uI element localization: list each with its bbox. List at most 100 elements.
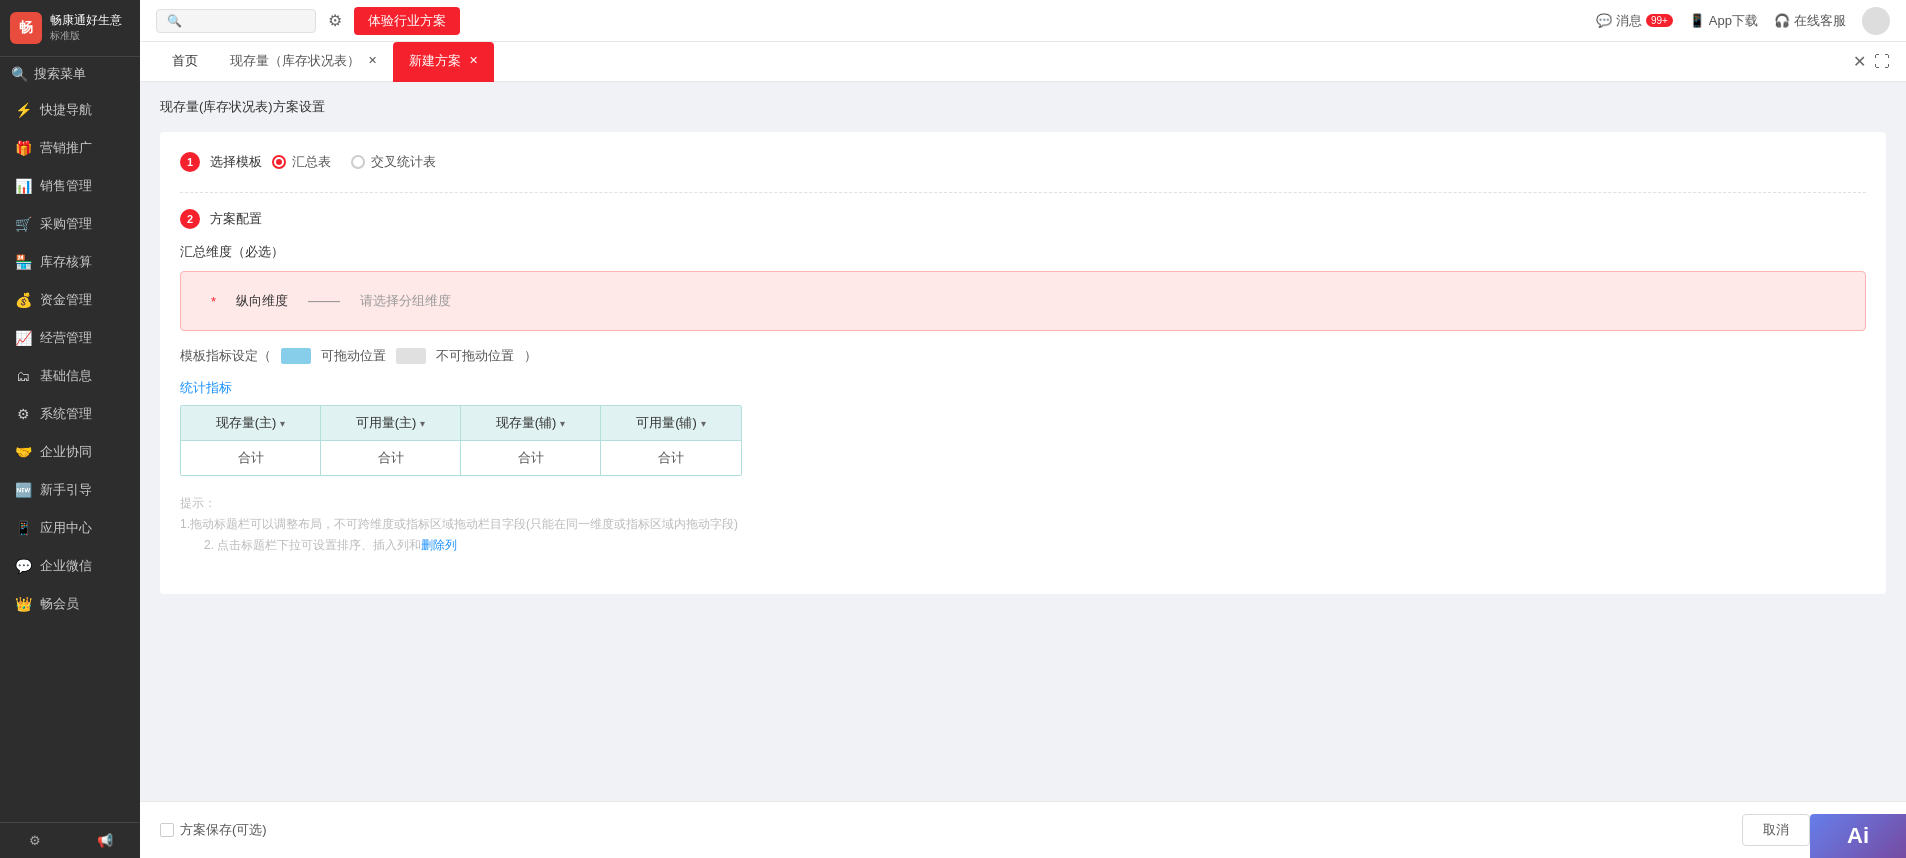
topbar-gear-icon[interactable]: ⚙ — [328, 11, 342, 30]
col-current-main-chevron[interactable]: ▾ — [280, 418, 285, 429]
tabbar-expand-btn[interactable]: ⛶ — [1874, 52, 1890, 71]
sidebar-item-vip[interactable]: 👑 畅会员 — [0, 585, 140, 623]
sidebar-item-inventory[interactable]: 🏪 库存核算 — [0, 243, 140, 281]
radio-crosstab-dot — [351, 155, 365, 169]
sidebar-label-purchase: 采购管理 — [40, 215, 92, 233]
sidebar-item-newguide[interactable]: 🆕 新手引导 — [0, 471, 140, 509]
sidebar-item-appcenter[interactable]: 📱 应用中心 — [0, 509, 140, 547]
col-available-aux-chevron[interactable]: ▾ — [701, 418, 706, 429]
col-current-aux-label: 现存量(辅) — [496, 414, 557, 432]
col-current-main[interactable]: 现存量(主) ▾ 合计 — [181, 406, 321, 475]
purchase-icon: 🛒 — [14, 215, 32, 233]
sidebar-label-sales: 销售管理 — [40, 177, 92, 195]
tip-2-text: 2. 点击标题栏下拉可设置排序、插入列和 — [180, 538, 421, 552]
tip-2: 2. 点击标题栏下拉可设置排序、插入列和删除列 — [180, 537, 1866, 554]
ai-label: Ai — [1847, 823, 1869, 849]
sidebar-item-search[interactable]: 🔍 搜索菜单 — [0, 57, 140, 91]
page-title: 现存量(库存状况表)方案设置 — [160, 98, 1886, 116]
online-service-label: 在线客服 — [1794, 12, 1846, 30]
content-area: 现存量(库存状况表)方案设置 1 选择模板 汇总表 交叉统计表 — [140, 82, 1906, 801]
tab-home[interactable]: 首页 — [156, 42, 214, 82]
trial-btn[interactable]: 体验行业方案 — [354, 7, 460, 35]
sidebar-label-vip: 畅会员 — [40, 595, 79, 613]
radio-summary[interactable]: 汇总表 — [272, 153, 331, 171]
col-current-aux[interactable]: 现存量(辅) ▾ 合计 — [461, 406, 601, 475]
checkbox-box[interactable] — [160, 823, 174, 837]
bottom-bar: 方案保存(可选) 取消 查询 — [140, 801, 1906, 858]
app-name: 畅康通好生意 — [50, 13, 122, 29]
col-available-main[interactable]: 可用量(主) ▾ 合计 — [321, 406, 461, 475]
step2-header: 2 方案配置 — [180, 209, 1866, 229]
tabbar-right: ✕ ⛶ — [1853, 52, 1890, 71]
tab-inventory-close[interactable]: ✕ — [368, 54, 377, 67]
app-icon: 📱 — [1689, 13, 1705, 28]
tabbar: 首页 现存量（库存状况表） ✕ 新建方案 ✕ ✕ ⛶ — [140, 42, 1906, 82]
stats-table: 现存量(主) ▾ 合计 可用量(主) ▾ 合计 — [180, 405, 742, 476]
tab-new-scheme[interactable]: 新建方案 ✕ — [393, 42, 494, 82]
summary-dimension-label: 汇总维度（必选） — [180, 243, 1866, 261]
sidebar-item-system[interactable]: ⚙ 系统管理 — [0, 395, 140, 433]
step1-header: 1 选择模板 汇总表 交叉统计表 — [180, 152, 1866, 172]
finance-icon: 💰 — [14, 291, 32, 309]
settings-panel: 1 选择模板 汇总表 交叉统计表 — [160, 132, 1886, 594]
radio-crosstab[interactable]: 交叉统计表 — [351, 153, 436, 171]
marketing-icon: 🎁 — [14, 139, 32, 157]
sidebar-label-search: 搜索菜单 — [34, 65, 86, 83]
sidebar-item-purchase[interactable]: 🛒 采购管理 — [0, 205, 140, 243]
main-area: 🔍 ⚙ 体验行业方案 💬 消息 99+ 📱 App下载 🎧 在线客服 首页 — [140, 0, 1906, 858]
col-available-aux-label: 可用量(辅) — [636, 414, 697, 432]
sidebar-label-basic-info: 基础信息 — [40, 367, 92, 385]
sales-icon: 📊 — [14, 177, 32, 195]
tab-inventory[interactable]: 现存量（库存状况表） ✕ — [214, 42, 393, 82]
sidebar-item-basic-info[interactable]: 🗂 基础信息 — [0, 357, 140, 395]
sidebar-item-cooperation[interactable]: 🤝 企业协同 — [0, 433, 140, 471]
stats-section: 统计指标 现存量(主) ▾ 合计 — [180, 379, 1866, 479]
col-current-main-label: 现存量(主) — [216, 414, 277, 432]
app-download-btn[interactable]: 📱 App下载 — [1689, 12, 1758, 30]
sidebar-logo: 畅 畅康通好生意 标准版 — [0, 0, 140, 57]
online-service-btn[interactable]: 🎧 在线客服 — [1774, 12, 1846, 30]
sidebar-label-marketing: 营销推广 — [40, 139, 92, 157]
dimension-area[interactable]: * 纵向维度 —— 请选择分组维度 — [180, 271, 1866, 331]
col-available-aux[interactable]: 可用量(辅) ▾ 合计 — [601, 406, 741, 475]
sidebar-label-appcenter: 应用中心 — [40, 519, 92, 537]
cooperation-icon: 🤝 — [14, 443, 32, 461]
tip-label: 提示： — [180, 495, 1866, 512]
sidebar-settings-btn[interactable]: ⚙ — [0, 823, 70, 858]
col-current-main-header[interactable]: 现存量(主) ▾ — [181, 406, 320, 441]
tabbar-close-btn[interactable]: ✕ — [1853, 52, 1866, 71]
sidebar-item-finance[interactable]: 💰 资金管理 — [0, 281, 140, 319]
col-available-main-header[interactable]: 可用量(主) ▾ — [321, 406, 460, 441]
divider1 — [180, 192, 1866, 193]
save-checkbox[interactable]: 方案保存(可选) — [160, 821, 267, 839]
sidebar-item-wechat[interactable]: 💬 企业微信 — [0, 547, 140, 585]
sidebar-item-sales[interactable]: 📊 销售管理 — [0, 167, 140, 205]
sidebar: 畅 畅康通好生意 标准版 🔍 搜索菜单 ⚡ 快捷导航 🎁 营销推广 📊 销售管理… — [0, 0, 140, 858]
sidebar-label-quicknav: 快捷导航 — [40, 101, 92, 119]
required-star: * — [211, 294, 216, 309]
cancel-button[interactable]: 取消 — [1742, 814, 1810, 846]
ai-badge[interactable]: Ai — [1810, 814, 1906, 858]
col-current-aux-header[interactable]: 现存量(辅) ▾ — [461, 406, 600, 441]
logo-text: 畅 — [19, 19, 33, 37]
messages-icon: 💬 — [1596, 13, 1612, 28]
step1-section: 1 选择模板 汇总表 交叉统计表 — [180, 152, 1866, 172]
avatar[interactable] — [1862, 7, 1890, 35]
col-available-main-chevron[interactable]: ▾ — [420, 418, 425, 429]
sidebar-item-quicknav[interactable]: ⚡ 快捷导航 — [0, 91, 140, 129]
topbar-search[interactable]: 🔍 — [156, 9, 316, 33]
logo-icon: 畅 — [10, 12, 42, 44]
topbar-right: 💬 消息 99+ 📱 App下载 🎧 在线客服 — [1596, 7, 1890, 35]
non-draggable-badge — [396, 348, 426, 364]
sidebar-item-management[interactable]: 📈 经营管理 — [0, 319, 140, 357]
step2-badge: 2 — [180, 209, 200, 229]
messages-btn[interactable]: 💬 消息 99+ — [1596, 12, 1673, 30]
template-radio-group: 汇总表 交叉统计表 — [272, 153, 436, 171]
col-current-aux-chevron[interactable]: ▾ — [560, 418, 565, 429]
tab-home-label: 首页 — [172, 52, 198, 70]
tab-new-scheme-close[interactable]: ✕ — [469, 54, 478, 67]
col-available-aux-header[interactable]: 可用量(辅) ▾ — [601, 406, 741, 441]
sidebar-item-marketing[interactable]: 🎁 营销推广 — [0, 129, 140, 167]
sidebar-speaker-btn[interactable]: 📢 — [70, 823, 140, 858]
topbar: 🔍 ⚙ 体验行业方案 💬 消息 99+ 📱 App下载 🎧 在线客服 — [140, 0, 1906, 42]
